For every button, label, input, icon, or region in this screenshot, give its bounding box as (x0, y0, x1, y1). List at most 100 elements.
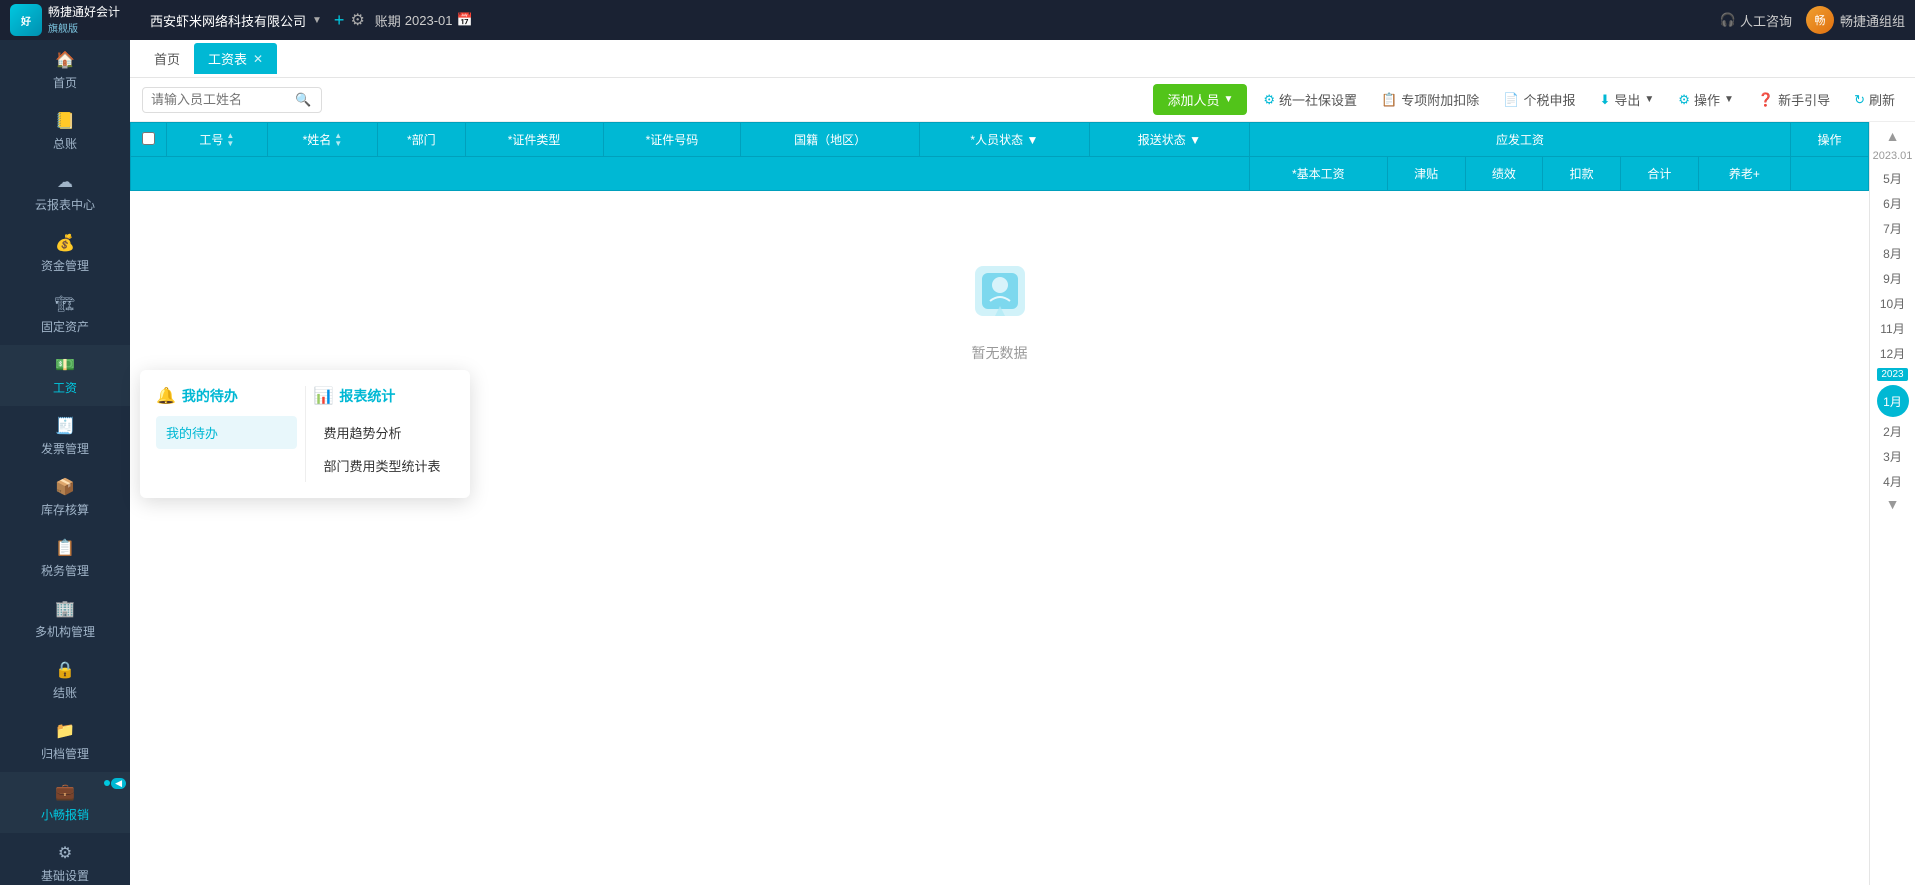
tab-bar: 首页 工资表 ✕ (130, 40, 1915, 78)
sidebar-label-inventory: 库存核算 (41, 501, 89, 518)
period-value: 2023-01 (405, 13, 453, 28)
export-label: 导出 (1614, 90, 1640, 109)
popup-item-dept-report[interactable]: 部门费用类型统计表 (314, 449, 455, 482)
sidebar-item-salary[interactable]: 💵 工资 (0, 345, 130, 406)
month-sidebar: ▲ 2023.01 5月 6月 7月 8月 9月 10月 11月 12月 202… (1869, 122, 1915, 885)
send-status-filter-icon[interactable]: ▼ (1189, 133, 1201, 147)
month-item-2[interactable]: 2月 (1874, 419, 1912, 444)
tab-close-button[interactable]: ✕ (253, 52, 263, 66)
calendar-icon[interactable]: 📅 (457, 12, 473, 28)
month-item-1-active[interactable]: 1月 (1877, 385, 1909, 417)
deduction-icon: 📋 (1381, 92, 1397, 108)
popup-item-trend-label: 费用趋势分析 (324, 426, 402, 441)
col-work-no-label: 工号 (199, 131, 223, 148)
table-and-months: 工号 ▲▼ *姓名 ▲▼ *部门 *证件类型 (130, 122, 1915, 885)
deduction-label: 专项附加扣除 (1401, 90, 1479, 109)
tax-report-icon: 📄 (1503, 92, 1519, 108)
operation-button[interactable]: ⚙ 操作 ▼ (1670, 86, 1742, 113)
sidebar-label-invoice: 发票管理 (41, 440, 89, 457)
ledger-icon: 📒 (55, 111, 75, 131)
sort-arrows-name[interactable]: ▲▼ (334, 132, 342, 148)
spacer-row (131, 157, 1250, 191)
search-box: 🔍 (142, 87, 322, 113)
sidebar-item-cloud-report[interactable]: ☁ 云报表中心 (0, 162, 130, 223)
logo-area: 好 畅捷通好会计 旗舰版 (10, 4, 140, 36)
sidebar-item-inventory[interactable]: 📦 库存核算 (0, 467, 130, 528)
user-name: 畅捷通组组 (1840, 11, 1905, 30)
sidebar-label-closing: 结账 (53, 684, 77, 701)
sidebar-label-home: 首页 (53, 74, 77, 91)
sidebar-item-invoice[interactable]: 🧾 发票管理 (0, 406, 130, 467)
month-item-6[interactable]: 6月 (1874, 191, 1912, 216)
social-insurance-button[interactable]: ⚙ 统一社保设置 (1255, 86, 1365, 113)
month-item-3[interactable]: 3月 (1874, 444, 1912, 469)
sort-arrows-workno[interactable]: ▲▼ (226, 132, 234, 148)
sidebar-label-cloud: 云报表中心 (35, 196, 95, 213)
no-data-illustration (960, 251, 1040, 331)
service-label: 人工咨询 (1740, 11, 1792, 30)
export-dropdown-icon: ▼ (1644, 94, 1654, 105)
company-name: 西安虾米网络科技有限公司 (150, 11, 306, 30)
settings-button[interactable]: ⚙ (350, 10, 364, 30)
sidebar-item-closing[interactable]: 🔒 结账 (0, 650, 130, 711)
top-header: 好 畅捷通好会计 旗舰版 西安虾米网络科技有限公司 ▼ + ⚙ 账期 2023-… (0, 0, 1915, 40)
sidebar-label-salary: 工资 (53, 379, 77, 396)
add-person-button[interactable]: 添加人员 ▼ (1153, 84, 1247, 115)
sidebar-item-settings[interactable]: ⚙ 基础设置 (0, 833, 130, 885)
salary-table: 工号 ▲▼ *姓名 ▲▼ *部门 *证件类型 (130, 122, 1869, 191)
cloud-icon: ☁ (57, 172, 73, 192)
month-item-5[interactable]: 5月 (1874, 166, 1912, 191)
add-company-button[interactable]: + (334, 10, 345, 31)
home-icon: 🏠 (55, 50, 75, 70)
company-selector[interactable]: 西安虾米网络科技有限公司 ▼ (150, 11, 322, 30)
headset-icon: 🎧 (1720, 12, 1736, 28)
nav-badge: ◀ (111, 778, 126, 789)
special-deduction-button[interactable]: 📋 专项附加扣除 (1373, 86, 1487, 113)
popup-item-my-todo[interactable]: 我的待办 (156, 416, 297, 449)
sidebar-item-home[interactable]: 🏠 首页 (0, 40, 130, 101)
sidebar-item-ledger[interactable]: 📒 总账 (0, 101, 130, 162)
sidebar-item-fund[interactable]: 💰 资金管理 (0, 223, 130, 284)
company-dropdown-icon: ▼ (312, 15, 322, 26)
col-name-label: *姓名 (303, 131, 332, 148)
month-nav-up[interactable]: ▲ (1879, 126, 1907, 146)
month-item-4[interactable]: 4月 (1874, 469, 1912, 494)
month-item-12[interactable]: 12月 (1874, 341, 1912, 366)
tax-report-button[interactable]: 📄 个税申报 (1495, 86, 1583, 113)
sidebar-item-fixed-asset[interactable]: 🏗 固定资产 (0, 284, 130, 345)
period-label: 账期 (375, 11, 401, 30)
logo-icon: 好 (10, 4, 42, 36)
avatar: 畅 (1806, 6, 1834, 34)
tab-home[interactable]: 首页 (140, 43, 194, 74)
month-item-8[interactable]: 8月 (1874, 241, 1912, 266)
person-status-filter-icon[interactable]: ▼ (1026, 133, 1038, 147)
month-item-10[interactable]: 10月 (1874, 291, 1912, 316)
export-button[interactable]: ⬇ 导出 ▼ (1591, 86, 1662, 113)
archive-icon: 📁 (55, 721, 75, 741)
sidebar-item-archive[interactable]: 📁 归档管理 (0, 711, 130, 772)
invoice-icon: 🧾 (55, 416, 75, 436)
tab-salary-label: 工资表 (208, 49, 247, 68)
gear-icon: ⚙ (58, 843, 72, 863)
search-input[interactable] (151, 92, 291, 107)
select-all-checkbox[interactable] (142, 132, 155, 145)
tab-salary[interactable]: 工资表 ✕ (194, 43, 277, 74)
refresh-button[interactable]: ↻ 刷新 (1846, 86, 1903, 113)
sidebar-item-multi-org[interactable]: 🏢 多机构管理 (0, 589, 130, 650)
sidebar-item-tax[interactable]: 📋 税务管理 (0, 528, 130, 589)
popup-item-trend[interactable]: 费用趋势分析 (314, 416, 455, 449)
month-item-11[interactable]: 11月 (1874, 316, 1912, 341)
sidebar-item-xiao-chang[interactable]: 💼 小畅报销 ◀ (0, 772, 130, 833)
select-all-header[interactable] (131, 123, 167, 157)
new-guide-toolbar-button[interactable]: ❓ 新手引导 (1750, 86, 1838, 113)
month-item-9[interactable]: 9月 (1874, 266, 1912, 291)
sidebar-label-fund: 资金管理 (41, 257, 89, 274)
sidebar-label-archive: 归档管理 (41, 745, 89, 762)
user-avatar-area[interactable]: 畅 畅捷通组组 (1806, 6, 1905, 34)
month-nav-down[interactable]: ▼ (1879, 494, 1907, 514)
month-item-7[interactable]: 7月 (1874, 216, 1912, 241)
current-year-badge: 2023 (1877, 368, 1907, 381)
sidebar-label-tax: 税务管理 (41, 562, 89, 579)
app-name: 畅捷通好会计 (48, 5, 120, 19)
service-button[interactable]: 🎧 人工咨询 (1720, 11, 1792, 30)
